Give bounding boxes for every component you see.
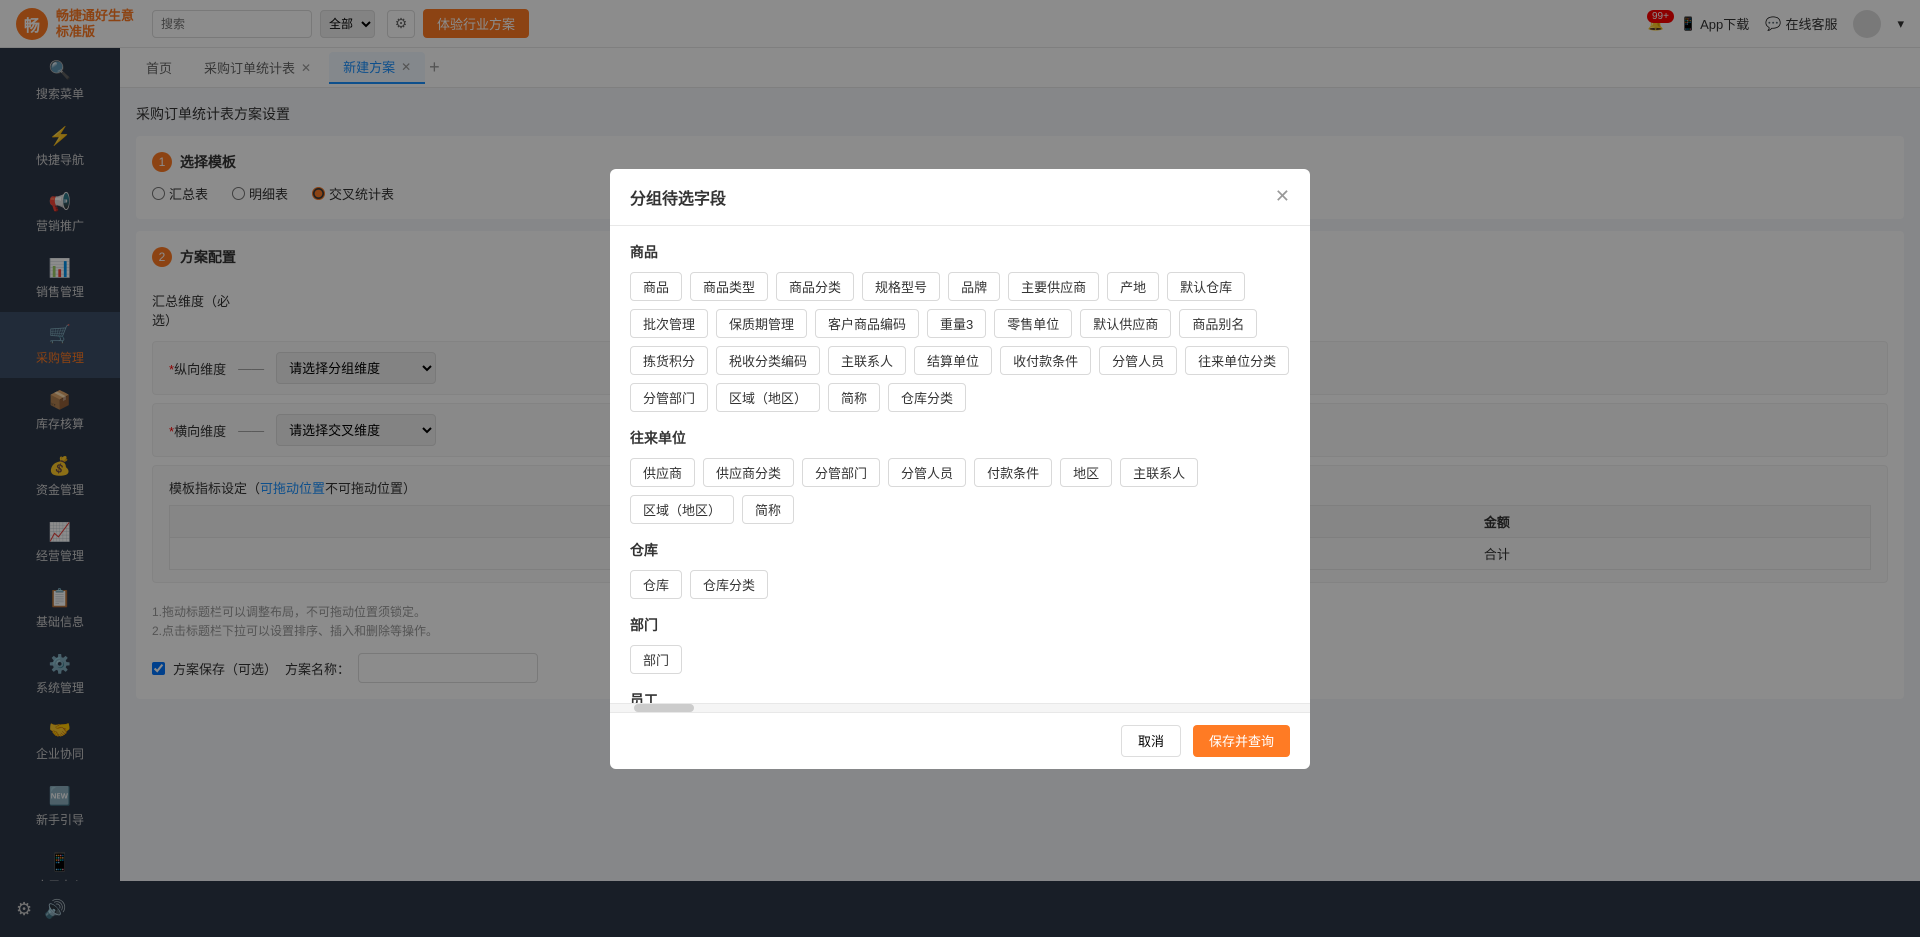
tag-product-16[interactable]: 税收分类编码 [716, 346, 820, 375]
staff-group-title: 员工 [630, 690, 1290, 703]
tag-product-7[interactable]: 默认仓库 [1167, 272, 1245, 301]
field-group-dept: 部门 部门 [630, 615, 1290, 674]
tag-product-12[interactable]: 零售单位 [994, 309, 1072, 338]
modal-body[interactable]: 商品 商品 商品类型 商品分类 规格型号 品牌 主要供应商 产地 默认仓库 批次… [610, 226, 1310, 703]
product-group-title: 商品 [630, 242, 1290, 262]
tag-product-2[interactable]: 商品分类 [776, 272, 854, 301]
tag-product-6[interactable]: 产地 [1107, 272, 1159, 301]
tag-product-18[interactable]: 结算单位 [914, 346, 992, 375]
tag-product-15[interactable]: 拣货积分 [630, 346, 708, 375]
tag-product-5[interactable]: 主要供应商 [1008, 272, 1099, 301]
warehouse-group-title: 仓库 [630, 540, 1290, 560]
modal-footer: 取消 保存并查询 [610, 712, 1310, 769]
tag-warehouse-1[interactable]: 仓库分类 [690, 570, 768, 599]
field-group-staff: 员工 业务员 [630, 690, 1290, 703]
tag-partner-7[interactable]: 区域（地区） [630, 495, 734, 524]
dept-group-title: 部门 [630, 615, 1290, 635]
tag-partner-4[interactable]: 付款条件 [974, 458, 1052, 487]
tag-product-19[interactable]: 收付款条件 [1000, 346, 1091, 375]
tag-partner-8[interactable]: 简称 [742, 495, 794, 524]
tag-product-11[interactable]: 重量3 [927, 309, 986, 338]
modal-overlay: 分组待选字段 ✕ 商品 商品 商品类型 商品分类 规格型号 品牌 主要供应商 产… [0, 0, 1920, 937]
tag-product-9[interactable]: 保质期管理 [716, 309, 807, 338]
warehouse-tags: 仓库 仓库分类 [630, 570, 1290, 599]
modal-cancel-button[interactable]: 取消 [1121, 725, 1181, 757]
dept-tags: 部门 [630, 645, 1290, 674]
tag-product-21[interactable]: 往来单位分类 [1185, 346, 1289, 375]
modal-close-button[interactable]: ✕ [1275, 186, 1290, 207]
tag-product-20[interactable]: 分管人员 [1099, 346, 1177, 375]
tag-partner-0[interactable]: 供应商 [630, 458, 695, 487]
tag-product-23[interactable]: 区域（地区） [716, 383, 820, 412]
field-group-warehouse: 仓库 仓库 仓库分类 [630, 540, 1290, 599]
tag-product-10[interactable]: 客户商品编码 [815, 309, 919, 338]
tag-product-8[interactable]: 批次管理 [630, 309, 708, 338]
modal: 分组待选字段 ✕ 商品 商品 商品类型 商品分类 规格型号 品牌 主要供应商 产… [610, 169, 1310, 769]
partner-group-title: 往来单位 [630, 428, 1290, 448]
modal-hscrollbar[interactable] [610, 703, 1310, 712]
tag-product-25[interactable]: 仓库分类 [888, 383, 966, 412]
tag-warehouse-0[interactable]: 仓库 [630, 570, 682, 599]
tag-product-24[interactable]: 简称 [828, 383, 880, 412]
tag-partner-3[interactable]: 分管人员 [888, 458, 966, 487]
tag-partner-6[interactable]: 主联系人 [1120, 458, 1198, 487]
modal-title: 分组待选字段 [630, 185, 726, 209]
tag-product-0[interactable]: 商品 [630, 272, 682, 301]
tag-product-14[interactable]: 商品别名 [1179, 309, 1257, 338]
tag-dept-0[interactable]: 部门 [630, 645, 682, 674]
modal-save-button[interactable]: 保存并查询 [1193, 725, 1290, 757]
field-group-partner: 往来单位 供应商 供应商分类 分管部门 分管人员 付款条件 地区 主联系人 区域… [630, 428, 1290, 524]
tag-product-13[interactable]: 默认供应商 [1080, 309, 1171, 338]
tag-product-22[interactable]: 分管部门 [630, 383, 708, 412]
tag-partner-1[interactable]: 供应商分类 [703, 458, 794, 487]
tag-product-1[interactable]: 商品类型 [690, 272, 768, 301]
tag-partner-2[interactable]: 分管部门 [802, 458, 880, 487]
tag-product-4[interactable]: 品牌 [948, 272, 1000, 301]
tag-partner-5[interactable]: 地区 [1060, 458, 1112, 487]
partner-tags: 供应商 供应商分类 分管部门 分管人员 付款条件 地区 主联系人 区域（地区） … [630, 458, 1290, 524]
product-tags: 商品 商品类型 商品分类 规格型号 品牌 主要供应商 产地 默认仓库 批次管理 … [630, 272, 1290, 412]
field-group-product: 商品 商品 商品类型 商品分类 规格型号 品牌 主要供应商 产地 默认仓库 批次… [630, 242, 1290, 412]
modal-header: 分组待选字段 ✕ [610, 169, 1310, 226]
hscroll-thumb [634, 704, 694, 712]
tag-product-3[interactable]: 规格型号 [862, 272, 940, 301]
tag-product-17[interactable]: 主联系人 [828, 346, 906, 375]
